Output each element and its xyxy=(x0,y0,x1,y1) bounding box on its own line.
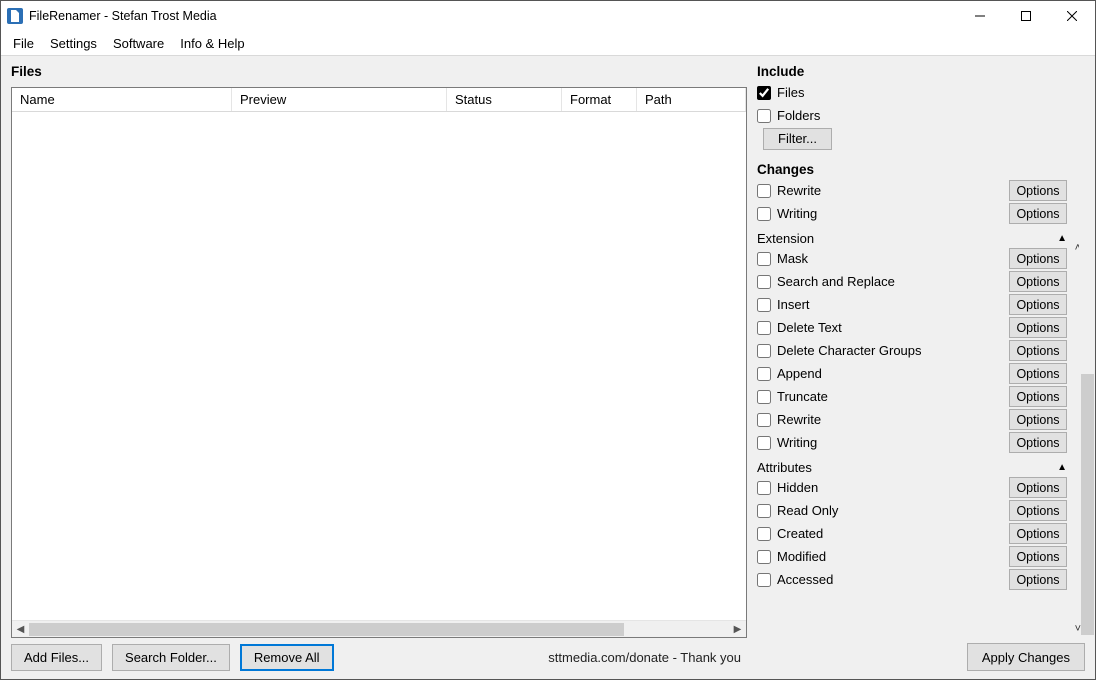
changes-writing-label: Writing xyxy=(777,206,817,221)
titlebar: FileRenamer - Stefan Trost Media xyxy=(1,1,1095,31)
attr-created-checkbox[interactable] xyxy=(757,527,771,541)
col-preview[interactable]: Preview xyxy=(232,88,447,111)
ext-rewrite-options[interactable]: Options xyxy=(1009,409,1067,430)
ext-delete-char-groups-checkbox[interactable] xyxy=(757,344,771,358)
menu-info-help[interactable]: Info & Help xyxy=(172,33,252,54)
ext-rewrite-label: Rewrite xyxy=(777,412,821,427)
attributes-collapse-icon[interactable]: ▲ xyxy=(1057,462,1067,473)
maximize-button[interactable] xyxy=(1003,1,1049,31)
ext-append-label: Append xyxy=(777,366,822,381)
col-format[interactable]: Format xyxy=(562,88,637,111)
ext-mask-checkbox[interactable] xyxy=(757,252,771,266)
attr-modified-label: Modified xyxy=(777,549,826,564)
col-name[interactable]: Name xyxy=(12,88,232,111)
v-scroll-thumb[interactable] xyxy=(1081,374,1094,635)
ext-delete-text-options[interactable]: Options xyxy=(1009,317,1067,338)
include-files-checkbox[interactable] xyxy=(757,86,771,100)
table-body[interactable] xyxy=(12,112,746,620)
right-pane: Include Files Folders Filter... Changes xyxy=(755,56,1095,679)
include-files-label: Files xyxy=(777,85,804,100)
ext-insert-options[interactable]: Options xyxy=(1009,294,1067,315)
ext-search-replace-checkbox[interactable] xyxy=(757,275,771,289)
files-heading: Files xyxy=(11,64,747,79)
attr-modified-checkbox[interactable] xyxy=(757,550,771,564)
ext-delete-text-checkbox[interactable] xyxy=(757,321,771,335)
attr-accessed-label: Accessed xyxy=(777,572,833,587)
changes-writing-options[interactable]: Options xyxy=(1009,203,1067,224)
ext-rewrite-checkbox[interactable] xyxy=(757,413,771,427)
ext-insert-label: Insert xyxy=(777,297,810,312)
scroll-thumb[interactable] xyxy=(29,623,624,636)
attr-hidden-checkbox[interactable] xyxy=(757,481,771,495)
attr-created-options[interactable]: Options xyxy=(1009,523,1067,544)
changes-heading: Changes xyxy=(757,162,1067,177)
ext-mask-label: Mask xyxy=(777,251,808,266)
scroll-track[interactable] xyxy=(29,621,729,638)
extension-heading: Extension xyxy=(757,231,814,246)
ext-delete-char-groups-label: Delete Character Groups xyxy=(777,343,922,358)
bottom-toolbar: Add Files... Search Folder... Remove All… xyxy=(11,644,747,671)
attr-read-only-options[interactable]: Options xyxy=(1009,500,1067,521)
ext-writing-options[interactable]: Options xyxy=(1009,432,1067,453)
attributes-heading: Attributes xyxy=(757,460,812,475)
search-folder-button[interactable]: Search Folder... xyxy=(112,644,230,671)
v-scrollbar[interactable] xyxy=(1079,238,1095,635)
close-button[interactable] xyxy=(1049,1,1095,31)
col-status[interactable]: Status xyxy=(447,88,562,111)
include-folders-checkbox[interactable] xyxy=(757,109,771,123)
extension-collapse-icon[interactable]: ▲ xyxy=(1057,233,1067,244)
ext-delete-text-label: Delete Text xyxy=(777,320,842,335)
ext-insert-checkbox[interactable] xyxy=(757,298,771,312)
attr-hidden-options[interactable]: Options xyxy=(1009,477,1067,498)
table-header: Name Preview Status Format Path xyxy=(12,88,746,112)
apply-changes-button[interactable]: Apply Changes xyxy=(967,643,1085,671)
app-icon xyxy=(7,8,23,24)
menu-file[interactable]: File xyxy=(5,33,42,54)
ext-search-replace-label: Search and Replace xyxy=(777,274,895,289)
changes-rewrite-options[interactable]: Options xyxy=(1009,180,1067,201)
ext-append-options[interactable]: Options xyxy=(1009,363,1067,384)
ext-search-replace-options[interactable]: Options xyxy=(1009,271,1067,292)
scroll-left-icon[interactable]: ◀ xyxy=(12,621,29,638)
ext-truncate-options[interactable]: Options xyxy=(1009,386,1067,407)
h-scrollbar[interactable]: ◀ ▶ xyxy=(12,620,746,637)
attr-read-only-checkbox[interactable] xyxy=(757,504,771,518)
attr-read-only-label: Read Only xyxy=(777,503,838,518)
col-path[interactable]: Path xyxy=(637,88,746,111)
menu-settings[interactable]: Settings xyxy=(42,33,105,54)
ext-truncate-label: Truncate xyxy=(777,389,828,404)
filter-button[interactable]: Filter... xyxy=(763,128,832,150)
remove-all-button[interactable]: Remove All xyxy=(240,644,334,671)
ext-truncate-checkbox[interactable] xyxy=(757,390,771,404)
scroll-down-icon[interactable]: ˅ xyxy=(1075,623,1081,635)
include-folders-label: Folders xyxy=(777,108,820,123)
menubar: File Settings Software Info & Help xyxy=(1,31,1095,55)
changes-rewrite-checkbox[interactable] xyxy=(757,184,771,198)
ext-writing-checkbox[interactable] xyxy=(757,436,771,450)
files-table: Name Preview Status Format Path ◀ ▶ xyxy=(11,87,747,638)
ext-mask-options[interactable]: Options xyxy=(1009,248,1067,269)
content: Files Name Preview Status Format Path ◀ … xyxy=(1,55,1095,679)
ext-delete-char-groups-options[interactable]: Options xyxy=(1009,340,1067,361)
app-window: FileRenamer - Stefan Trost Media File Se… xyxy=(0,0,1096,680)
donate-text: sttmedia.com/donate - Thank you xyxy=(344,650,747,665)
menu-software[interactable]: Software xyxy=(105,33,172,54)
window-title: FileRenamer - Stefan Trost Media xyxy=(29,9,217,23)
add-files-button[interactable]: Add Files... xyxy=(11,644,102,671)
attr-created-label: Created xyxy=(777,526,823,541)
changes-rewrite-label: Rewrite xyxy=(777,183,821,198)
changes-writing-checkbox[interactable] xyxy=(757,207,771,221)
ext-append-checkbox[interactable] xyxy=(757,367,771,381)
ext-writing-label: Writing xyxy=(777,435,817,450)
left-pane: Files Name Preview Status Format Path ◀ … xyxy=(1,56,755,679)
attr-accessed-checkbox[interactable] xyxy=(757,573,771,587)
attr-hidden-label: Hidden xyxy=(777,480,818,495)
attr-accessed-options[interactable]: Options xyxy=(1009,569,1067,590)
include-heading: Include xyxy=(757,64,1067,79)
minimize-button[interactable] xyxy=(957,1,1003,31)
scroll-right-icon[interactable]: ▶ xyxy=(729,621,746,638)
attr-modified-options[interactable]: Options xyxy=(1009,546,1067,567)
